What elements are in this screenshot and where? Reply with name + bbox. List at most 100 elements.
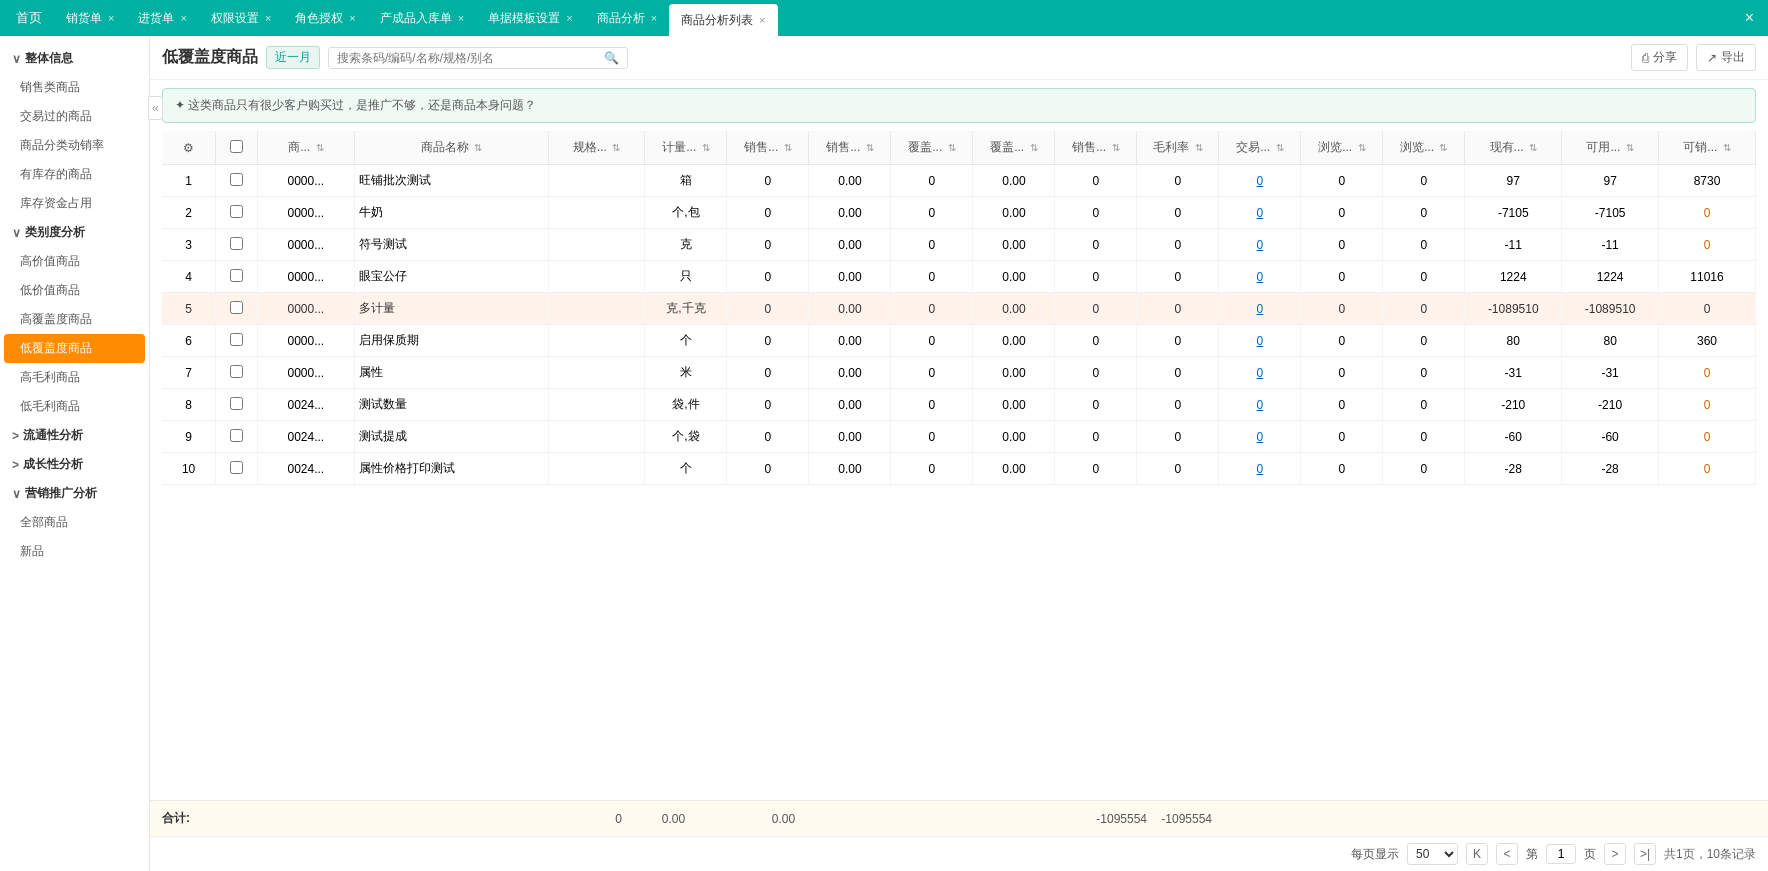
row-checkbox[interactable] <box>230 429 243 442</box>
sort-sales3-icon[interactable]: ⇅ <box>1112 142 1120 153</box>
nav-item-sales[interactable]: 销货单 × <box>54 0 126 36</box>
sort-name-icon[interactable]: ⇅ <box>474 142 482 153</box>
nav-close-permission[interactable]: × <box>265 12 271 24</box>
prev-page-button[interactable]: < <box>1496 843 1518 865</box>
nav-close-sales[interactable]: × <box>108 12 114 24</box>
nav-close-purchase[interactable]: × <box>180 12 186 24</box>
sidebar-item-low-margin[interactable]: 低毛利商品 <box>0 392 149 421</box>
sort-browse2-icon[interactable]: ⇅ <box>1439 142 1447 153</box>
first-page-button[interactable]: K <box>1466 843 1488 865</box>
sidebar-item-inventory-fund[interactable]: 库存资金占用 <box>0 189 149 218</box>
sort-sales1-icon[interactable]: ⇅ <box>784 142 792 153</box>
trans-link[interactable]: 0 <box>1256 302 1263 316</box>
row-trans: 0 <box>1219 421 1301 453</box>
sort-sell-icon[interactable]: ⇅ <box>1723 142 1731 153</box>
sort-spec-icon[interactable]: ⇅ <box>612 142 620 153</box>
nav-close-template[interactable]: × <box>566 12 572 24</box>
row-sales1: 0 <box>727 357 809 389</box>
sidebar-item-high-coverage[interactable]: 高覆盖度商品 <box>0 305 149 334</box>
sidebar-item-all-products[interactable]: 全部商品 <box>0 508 149 537</box>
row-checkbox[interactable] <box>230 301 243 314</box>
sort-gross-icon[interactable]: ⇅ <box>1195 142 1203 153</box>
sort-sales2-icon[interactable]: ⇅ <box>866 142 874 153</box>
sidebar-section-growth[interactable]: > 成长性分析 <box>0 450 149 479</box>
row-checkbox[interactable] <box>230 237 243 250</box>
page-number-input[interactable] <box>1546 844 1576 864</box>
sidebar-section-marketing[interactable]: ∨ 营销推广分析 <box>0 479 149 508</box>
nav-close-analysis-list[interactable]: × <box>759 14 765 26</box>
sidebar-item-high-margin[interactable]: 高毛利商品 <box>0 363 149 392</box>
row-sales3: 0 <box>1055 165 1137 197</box>
sort-avail-icon[interactable]: ⇅ <box>1626 142 1634 153</box>
next-page-button[interactable]: > <box>1604 843 1626 865</box>
nav-item-role[interactable]: 角色授权 × <box>283 0 367 36</box>
row-unit: 只 <box>645 261 727 293</box>
nav-item-analysis[interactable]: 商品分析 × <box>585 0 669 36</box>
sort-cover1-icon[interactable]: ⇅ <box>948 142 956 153</box>
sort-cover2-icon[interactable]: ⇅ <box>1030 142 1038 153</box>
nav-close-analysis[interactable]: × <box>651 12 657 24</box>
row-cover2: 0.00 <box>973 261 1055 293</box>
row-checkbox[interactable] <box>230 173 243 186</box>
sidebar-item-low-value[interactable]: 低价值商品 <box>0 276 149 305</box>
row-checkbox[interactable] <box>230 365 243 378</box>
export-button[interactable]: ↗ 导出 <box>1696 44 1756 71</box>
select-all-checkbox[interactable] <box>230 140 243 153</box>
sort-unit-icon[interactable]: ⇅ <box>702 142 710 153</box>
footer-sales1-total: 0 <box>591 812 646 826</box>
table-row: 2 0000... 牛奶 个,包 0 0.00 0 0.00 0 0 0 0 0… <box>162 197 1756 229</box>
row-checkbox[interactable] <box>230 269 243 282</box>
sort-code-icon[interactable]: ⇅ <box>316 142 324 153</box>
nav-item-permission[interactable]: 权限设置 × <box>199 0 283 36</box>
nav-item-analysis-list[interactable]: 商品分析列表 × <box>669 4 777 36</box>
trans-link[interactable]: 0 <box>1256 334 1263 348</box>
sidebar-collapse-button[interactable]: « <box>148 96 163 120</box>
sidebar-section-liquidity[interactable]: > 流通性分析 <box>0 421 149 450</box>
sidebar-section-overview[interactable]: ∨ 整体信息 <box>0 44 149 73</box>
sidebar-item-stock-products[interactable]: 有库存的商品 <box>0 160 149 189</box>
page-size-select[interactable]: 50 20 100 <box>1407 843 1458 865</box>
sidebar-item-category-rate[interactable]: 商品分类动销率 <box>0 131 149 160</box>
sort-trans-icon[interactable]: ⇅ <box>1276 142 1284 153</box>
row-sales3: 0 <box>1055 197 1137 229</box>
th-checkbox <box>216 131 258 165</box>
time-tag-button[interactable]: 近一月 <box>266 46 320 69</box>
row-checkbox[interactable] <box>230 461 243 474</box>
row-checkbox[interactable] <box>230 333 243 346</box>
sidebar-item-sales-products[interactable]: 销售类商品 <box>0 73 149 102</box>
row-checkbox[interactable] <box>230 397 243 410</box>
nav-close-product[interactable]: × <box>458 12 464 24</box>
nav-item-home[interactable]: 首页 <box>4 0 54 36</box>
trans-link[interactable]: 0 <box>1256 430 1263 444</box>
last-page-button[interactable]: >| <box>1634 843 1656 865</box>
row-browse2: 0 <box>1383 453 1465 485</box>
row-num: 8 <box>162 389 216 421</box>
trans-link[interactable]: 0 <box>1256 270 1263 284</box>
trans-link[interactable]: 0 <box>1256 366 1263 380</box>
trans-link[interactable]: 0 <box>1256 206 1263 220</box>
nav-item-template[interactable]: 单据模板设置 × <box>476 0 584 36</box>
row-checkbox[interactable] <box>230 205 243 218</box>
sidebar-item-high-value[interactable]: 高价值商品 <box>0 247 149 276</box>
row-trans: 0 <box>1219 261 1301 293</box>
row-sell: 0 <box>1659 229 1756 261</box>
trans-link[interactable]: 0 <box>1256 174 1263 188</box>
nav-item-product[interactable]: 产成品入库单 × <box>368 0 476 36</box>
th-settings[interactable]: ⚙ <box>162 131 216 165</box>
share-button[interactable]: ⎙ 分享 <box>1631 44 1688 71</box>
sidebar-item-traded-products[interactable]: 交易过的商品 <box>0 102 149 131</box>
sort-browse1-icon[interactable]: ⇅ <box>1358 142 1366 153</box>
trans-link[interactable]: 0 <box>1256 238 1263 252</box>
sidebar-item-new-products[interactable]: 新品 <box>0 537 149 566</box>
search-input[interactable] <box>337 51 600 65</box>
footer-sales2-total: 0.00 <box>646 812 701 826</box>
sidebar-item-low-coverage[interactable]: 低覆盖度商品 <box>4 334 145 363</box>
trans-link[interactable]: 0 <box>1256 398 1263 412</box>
nav-close-role[interactable]: × <box>349 12 355 24</box>
nav-close-all-button[interactable]: × <box>1735 9 1764 27</box>
sort-now-icon[interactable]: ⇅ <box>1529 142 1537 153</box>
sidebar-section-category[interactable]: ∨ 类别度分析 <box>0 218 149 247</box>
trans-link[interactable]: 0 <box>1256 462 1263 476</box>
info-banner: ✦ 这类商品只有很少客户购买过，是推广不够，还是商品本身问题？ <box>162 88 1756 123</box>
nav-item-purchase[interactable]: 进货单 × <box>126 0 198 36</box>
